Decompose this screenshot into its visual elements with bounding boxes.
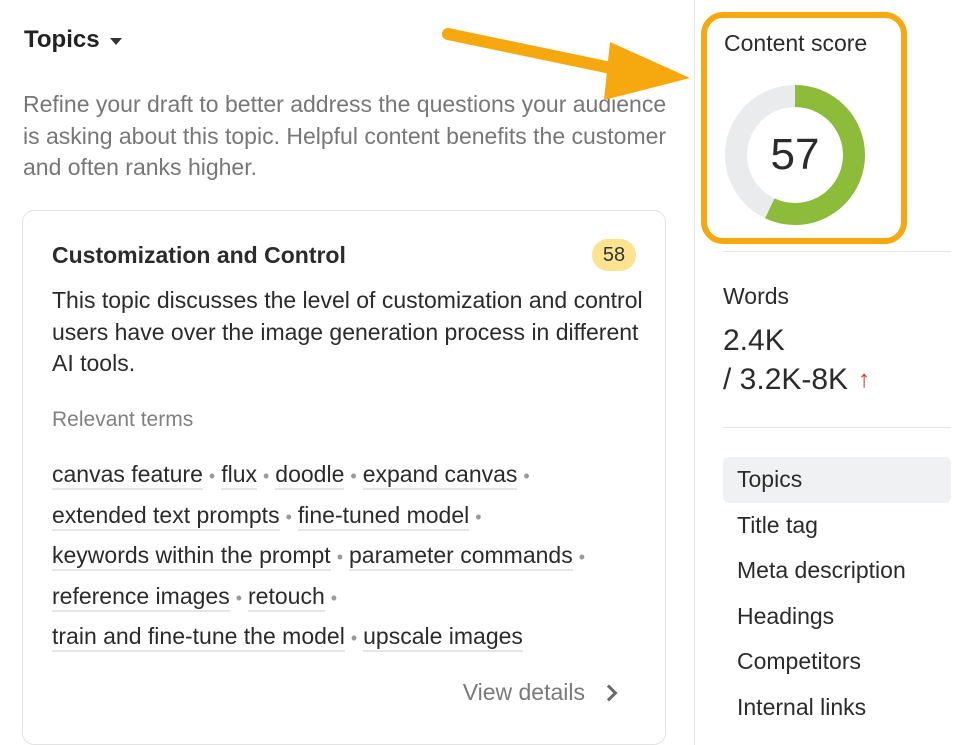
term-separator: • [285, 506, 292, 527]
relevant-term[interactable]: retouch [248, 582, 325, 612]
view-details-button[interactable]: View details [462, 679, 618, 706]
term-separator: • [523, 466, 530, 486]
relevant-term[interactable]: upscale images [363, 623, 523, 652]
divider [723, 251, 951, 252]
relevant-terms-label: Relevant terms [52, 408, 194, 431]
nav-item-topics[interactable]: Topics [723, 457, 951, 503]
relevant-term[interactable]: keywords within the prompt [52, 542, 331, 571]
relevant-term[interactable]: canvas feature [52, 461, 203, 490]
words-count: 2.4K [723, 324, 785, 357]
term-separator: • [578, 547, 586, 567]
nav-item-meta-description[interactable]: Meta description [723, 548, 951, 594]
nav-item-internal-links[interactable]: Internal links [723, 685, 951, 731]
nav-item-title-tag[interactable]: Title tag [723, 503, 951, 549]
nav-item-headings[interactable]: Headings [723, 594, 951, 640]
term-separator: • [235, 587, 243, 608]
topics-dropdown[interactable]: Topics [24, 26, 122, 54]
term-separator: • [208, 466, 216, 486]
words-target-range: / 3.2K-8K ↑ [723, 363, 870, 397]
content-score-value: 57 [770, 130, 820, 179]
topic-card: Customization and Control 58 This topic … [22, 210, 666, 745]
topic-description: This topic discusses the level of custom… [52, 287, 643, 376]
term-separator: • [262, 466, 270, 486]
words-label: Words [723, 283, 790, 309]
topics-panel: Topics Refine your draft to better addre… [0, 0, 694, 745]
content-score-highlight: Content score 57 [701, 12, 907, 244]
term-separator: • [475, 506, 482, 527]
topic-score-badge: 58 [592, 239, 636, 271]
relevant-term[interactable]: flux [221, 461, 257, 490]
topic-title: Customization and Control [52, 242, 346, 268]
relevant-term[interactable]: fine-tuned model [297, 501, 470, 531]
nav-item-competitors[interactable]: Competitors [723, 639, 951, 685]
words-target: / 3.2K-8K [723, 363, 849, 396]
relevant-term[interactable]: train and fine-tune the model [52, 623, 345, 652]
relevant-term[interactable]: doodle [275, 461, 345, 490]
relevant-term[interactable]: expand canvas [362, 461, 518, 490]
panel-divider [694, 0, 695, 745]
arrow-right-icon [442, 28, 690, 100]
content-score-label: Content score [724, 30, 868, 56]
term-separator: • [350, 628, 358, 648]
term-separator: • [336, 547, 343, 567]
term-separator: • [350, 466, 357, 486]
topics-title: Topics [24, 26, 100, 53]
section-nav: Topics Title tag Meta description Headings C… [723, 457, 951, 730]
term-separator: • [330, 587, 338, 608]
view-details-label: View details [462, 679, 585, 705]
relevant-terms-list: canvas feature • flux • doodle • expand canvas… [52, 455, 652, 658]
topics-intro-text: Refine your draft to better address the … [23, 91, 667, 180]
divider [723, 427, 951, 428]
relevant-term[interactable]: extended text prompts [52, 501, 280, 531]
caret-down-icon [109, 37, 122, 45]
arrow-up-icon: ↑ [858, 366, 871, 393]
chevron-right-icon [600, 684, 618, 702]
relevant-term[interactable]: parameter commands [349, 542, 573, 571]
relevant-term[interactable]: reference images [52, 582, 230, 612]
